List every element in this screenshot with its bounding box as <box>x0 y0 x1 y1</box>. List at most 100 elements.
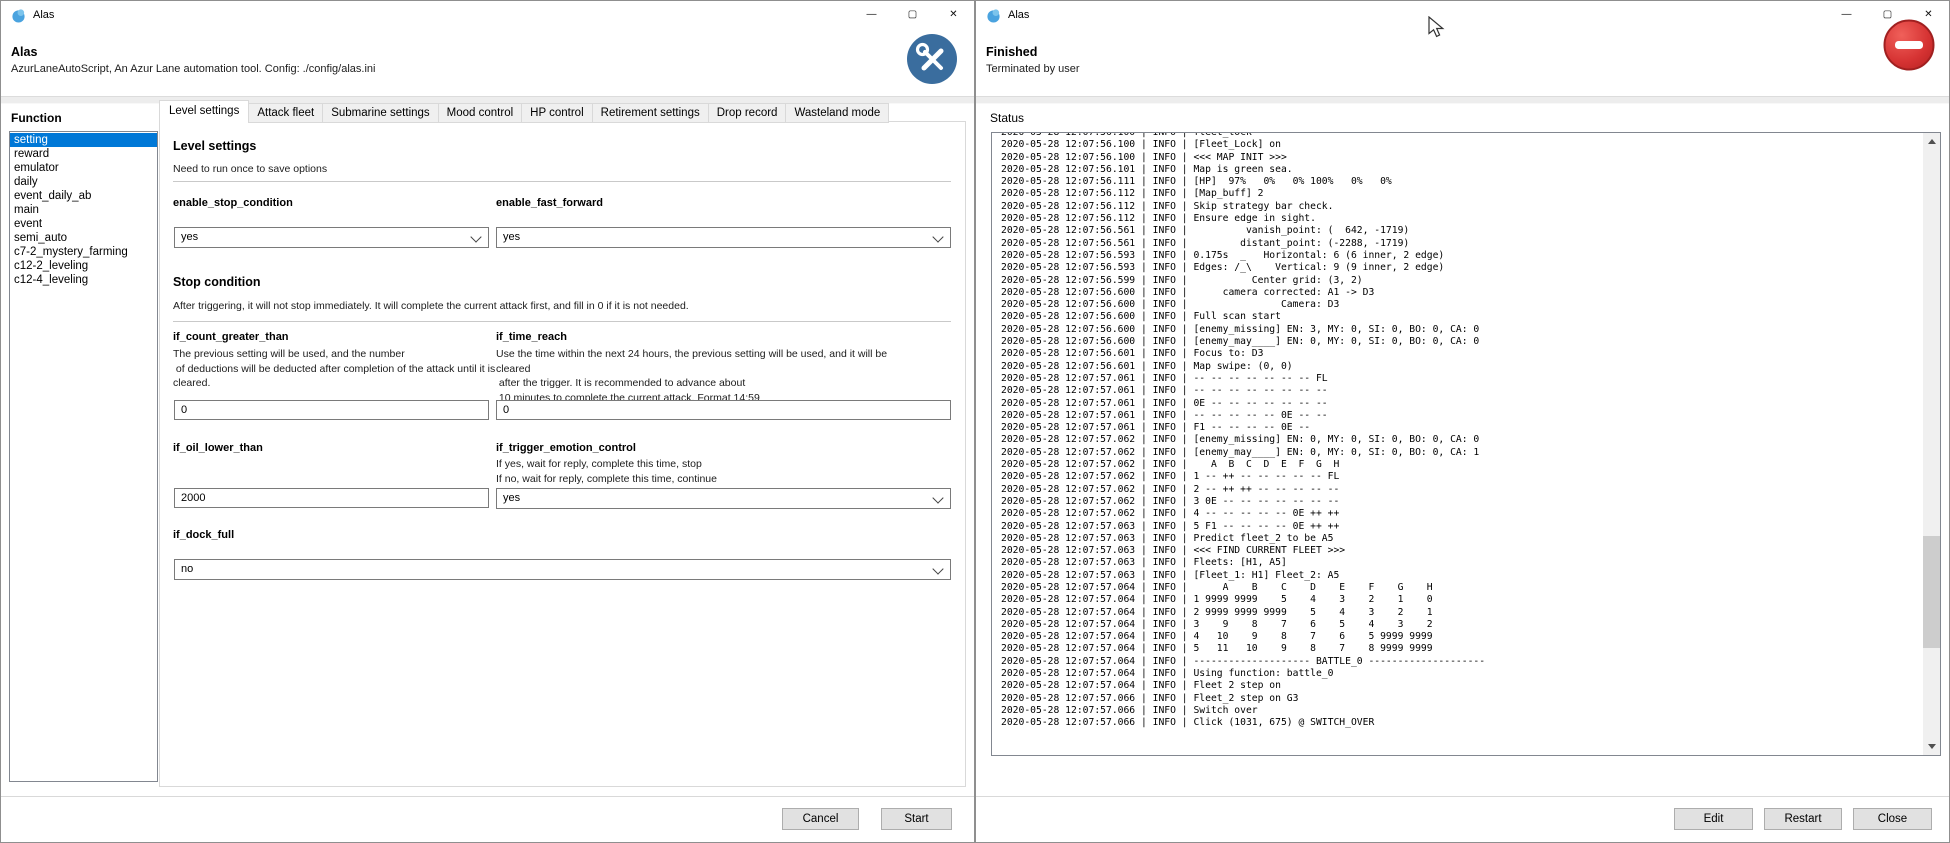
maximize-button[interactable]: ▢ <box>892 1 933 29</box>
sidebar-item[interactable]: setting <box>10 133 157 147</box>
restart-button[interactable]: Restart <box>1764 808 1842 830</box>
tab[interactable]: HP control <box>521 103 592 123</box>
log-line: 2020-05-28 12:07:57.062 | INFO | 2 -- ++… <box>1001 484 1921 496</box>
dropdown-chevron-icon <box>470 231 481 242</box>
dropdown-chevron-icon <box>932 563 943 574</box>
enable-stop-condition-label: enable_stop_condition <box>173 197 293 209</box>
minimize-icon: — <box>1842 9 1852 20</box>
tab[interactable]: Level settings <box>159 100 249 123</box>
log-line: 2020-05-28 12:07:57.063 | INFO | Fleets:… <box>1001 557 1921 569</box>
log-line: 2020-05-28 12:07:56.593 | INFO | Edges: … <box>1001 262 1921 274</box>
log-text: 2020-05-28 12:07:56.100 | INFO | fleet_l… <box>1001 132 1921 730</box>
section-title: Level settings <box>173 139 256 153</box>
log-line: 2020-05-28 12:07:57.061 | INFO | F1 -- -… <box>1001 422 1921 434</box>
if-trigger-emotion-control-select[interactable]: yes <box>496 488 951 509</box>
sidebar-item[interactable]: c12-4_leveling <box>10 273 157 287</box>
divider <box>173 181 951 182</box>
sidebar-item[interactable]: event <box>10 217 157 231</box>
enable-fast-forward-select[interactable]: yes <box>496 227 951 248</box>
log-line: 2020-05-28 12:07:56.100 | INFO | <<< MAP… <box>1001 152 1921 164</box>
sidebar-item[interactable]: daily <box>10 175 157 189</box>
log-line: 2020-05-28 12:07:56.599 | INFO | Center … <box>1001 275 1921 287</box>
minimize-button[interactable]: — <box>851 1 892 29</box>
log-line: 2020-05-28 12:07:57.063 | INFO | <<< FIN… <box>1001 545 1921 557</box>
log-line: 2020-05-28 12:07:57.062 | INFO | A B C D… <box>1001 459 1921 471</box>
log-line: 2020-05-28 12:07:57.062 | INFO | 3 0E --… <box>1001 496 1921 508</box>
select-value: yes <box>181 231 198 243</box>
edit-button[interactable]: Edit <box>1674 808 1753 830</box>
log-line: 2020-05-28 12:07:57.066 | INFO | Fleet_2… <box>1001 693 1921 705</box>
minimize-button[interactable]: — <box>1826 1 1867 29</box>
sidebar-item[interactable]: main <box>10 203 157 217</box>
scroll-down-icon[interactable] <box>1923 738 1940 755</box>
log-line: 2020-05-28 12:07:56.101 | INFO | Map is … <box>1001 164 1921 176</box>
function-list[interactable]: setting reward emulator daily event_dail… <box>9 131 158 782</box>
if-oil-lower-than-label: if_oil_lower_than <box>173 442 263 454</box>
footer-divider <box>1 796 974 797</box>
titlebar: Alas — ▢ ✕ <box>1 1 974 29</box>
tab[interactable]: Retirement settings <box>592 103 709 123</box>
log-line: 2020-05-28 12:07:57.062 | INFO | 4 -- --… <box>1001 508 1921 520</box>
log-line: 2020-05-28 12:07:57.064 | INFO | Fleet 2… <box>1001 680 1921 692</box>
log-line: 2020-05-28 12:07:56.601 | INFO | Focus t… <box>1001 348 1921 360</box>
if-dock-full-select[interactable]: no <box>174 559 951 580</box>
status-label: Status <box>990 111 1024 125</box>
log-line: 2020-05-28 12:07:57.063 | INFO | [Fleet_… <box>1001 570 1921 582</box>
run-status-subtitle: Terminated by user <box>986 63 1080 75</box>
close-button[interactable]: ✕ <box>933 1 974 29</box>
scrollbar-thumb[interactable] <box>1923 536 1940 648</box>
log-line: 2020-05-28 12:07:56.561 | INFO | vanish_… <box>1001 225 1921 237</box>
start-button[interactable]: Start <box>881 808 952 830</box>
log-line: 2020-05-28 12:07:57.063 | INFO | Predict… <box>1001 533 1921 545</box>
log-output[interactable]: 2020-05-28 12:07:56.100 | INFO | fleet_l… <box>991 132 1941 756</box>
log-line: 2020-05-28 12:07:56.561 | INFO | distant… <box>1001 238 1921 250</box>
dropdown-chevron-icon <box>932 492 943 503</box>
log-line: 2020-05-28 12:07:56.100 | INFO | [Fleet_… <box>1001 139 1921 151</box>
sidebar-item[interactable]: c7-2_mystery_farming <box>10 245 157 259</box>
function-panel-label: Function <box>11 111 62 125</box>
log-line: 2020-05-28 12:07:57.064 | INFO | -------… <box>1001 656 1921 668</box>
window-title: Alas <box>1008 9 1029 21</box>
enable-stop-condition-select[interactable]: yes <box>174 227 489 248</box>
log-line: 2020-05-28 12:07:57.061 | INFO | 0E -- -… <box>1001 398 1921 410</box>
close-icon: ✕ <box>949 9 957 20</box>
maximize-icon: ▢ <box>908 9 917 20</box>
app-title: Alas <box>11 45 37 59</box>
log-line: 2020-05-28 12:07:57.062 | INFO | [enemy_… <box>1001 434 1921 446</box>
tab[interactable]: Submarine settings <box>322 103 438 123</box>
if-count-greater-than-desc: The previous setting will be used, and t… <box>173 347 503 391</box>
stop-condition-desc: After triggering, it will not stop immed… <box>173 299 951 314</box>
tab[interactable]: Mood control <box>438 103 522 123</box>
sidebar-item[interactable]: c12-2_leveling <box>10 259 157 273</box>
divider <box>173 321 951 322</box>
cancel-button[interactable]: Cancel <box>782 808 859 830</box>
alas-app-icon <box>11 8 26 23</box>
log-scrollbar[interactable] <box>1923 133 1940 755</box>
log-line: 2020-05-28 12:07:56.600 | INFO | camera … <box>1001 287 1921 299</box>
log-line: 2020-05-28 12:07:57.066 | INFO | Switch … <box>1001 705 1921 717</box>
scroll-up-icon[interactable] <box>1923 133 1940 150</box>
if-count-greater-than-input[interactable] <box>174 400 489 420</box>
sidebar-item[interactable]: reward <box>10 147 157 161</box>
tab[interactable]: Wasteland mode <box>785 103 889 123</box>
log-line: 2020-05-28 12:07:57.063 | INFO | 5 F1 --… <box>1001 521 1921 533</box>
sidebar-item[interactable]: emulator <box>10 161 157 175</box>
titlebar: Alas — ▢ ✕ <box>976 1 1949 29</box>
if-oil-lower-than-input[interactable] <box>174 488 489 508</box>
if-count-greater-than-label: if_count_greater_than <box>173 331 289 343</box>
tab[interactable]: Drop record <box>708 103 787 123</box>
alas-log-window: Alas — ▢ ✕ Finished Terminated by user S… <box>975 0 1950 843</box>
log-line: 2020-05-28 12:07:57.064 | INFO | Using f… <box>1001 668 1921 680</box>
section-desc: Need to run once to save options <box>173 162 327 177</box>
log-line: 2020-05-28 12:07:56.100 | INFO | fleet_l… <box>1001 132 1921 139</box>
stop-icon <box>1883 19 1935 71</box>
if-dock-full-label: if_dock_full <box>173 529 234 541</box>
sidebar-item[interactable]: event_daily_ab <box>10 189 157 203</box>
log-line: 2020-05-28 12:07:56.600 | INFO | Camera:… <box>1001 299 1921 311</box>
if-time-reach-input[interactable] <box>496 400 951 420</box>
sidebar-item[interactable]: semi_auto <box>10 231 157 245</box>
log-line: 2020-05-28 12:07:57.064 | INFO | 1 9999 … <box>1001 594 1921 606</box>
tab[interactable]: Attack fleet <box>248 103 323 123</box>
close-window-button[interactable]: Close <box>1853 808 1932 830</box>
log-line: 2020-05-28 12:07:57.062 | INFO | 1 -- ++… <box>1001 471 1921 483</box>
